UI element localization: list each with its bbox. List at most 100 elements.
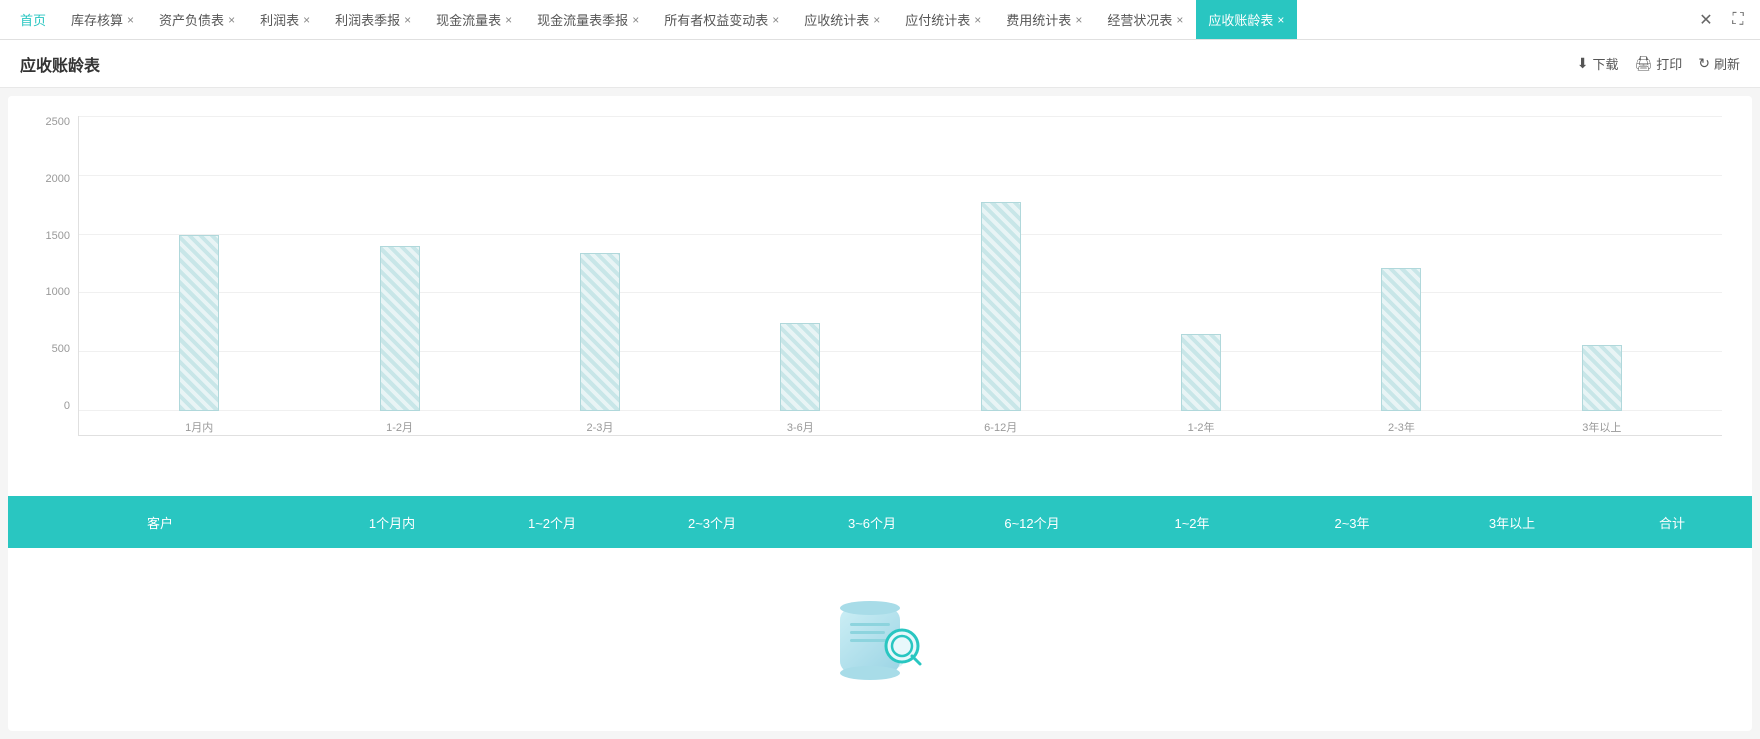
tab-label-income: 利润表 bbox=[260, 10, 299, 29]
bar-2-3月 bbox=[580, 253, 620, 411]
x-axis-label: 2-3月 bbox=[580, 419, 620, 435]
th-3-6month: 3~6个月 bbox=[792, 513, 952, 532]
y-axis-label: 1500 bbox=[46, 230, 70, 242]
th-6-12month: 6~12个月 bbox=[952, 513, 1112, 532]
th-1-2year: 1~2年 bbox=[1112, 513, 1272, 532]
download-button[interactable]: ⬇ 下载 bbox=[1577, 54, 1619, 73]
tab-income[interactable]: 利润表 × bbox=[248, 0, 323, 40]
tab-home-label: 首页 bbox=[20, 10, 46, 29]
tab-label-inventory: 库存核算 bbox=[71, 10, 123, 29]
tab-home[interactable]: 首页 bbox=[8, 0, 59, 40]
bar-1-2月 bbox=[380, 246, 420, 411]
chart-container: 25002000150010005000 1月内1-2月2-3月3-6月6-12… bbox=[38, 116, 1722, 436]
bar-6-12月 bbox=[981, 202, 1021, 411]
tab-label-equity: 所有者权益变动表 bbox=[664, 10, 768, 29]
x-axis-labels: 1月内1-2月2-3月3-6月6-12月1-2年2-3年3年以上 bbox=[79, 419, 1722, 435]
window-maximize-button[interactable]: ⛶ bbox=[1724, 6, 1752, 34]
bar-3-6月 bbox=[780, 323, 820, 411]
print-button[interactable]: 🖨 打印 bbox=[1634, 54, 1682, 73]
y-axis-label: 1000 bbox=[46, 286, 70, 298]
refresh-button[interactable]: ↻ 刷新 bbox=[1698, 54, 1740, 73]
th-total: 合计 bbox=[1592, 513, 1752, 532]
bar-group bbox=[1582, 345, 1622, 411]
tab-label-balance-sheet: 资产负债表 bbox=[159, 10, 224, 29]
page-title: 应收账龄表 bbox=[20, 52, 100, 76]
tab-cashflow[interactable]: 现金流量表 × bbox=[424, 0, 525, 40]
tab-close-income-quarterly[interactable]: × bbox=[404, 13, 411, 27]
tab-label-ar-stats: 应收统计表 bbox=[804, 10, 869, 29]
tab-ar-stats[interactable]: 应收统计表 × bbox=[792, 0, 893, 40]
bar-group bbox=[1181, 334, 1221, 411]
th-3year-plus: 3年以上 bbox=[1432, 513, 1592, 532]
table-header: 客户1个月内1~2个月2~3个月3~6个月6~12个月1~2年2~3年3年以上合… bbox=[8, 496, 1752, 548]
th-1month: 1个月内 bbox=[312, 513, 472, 532]
bar-1-2年 bbox=[1181, 334, 1221, 411]
tab-label-expense-stats: 费用统计表 bbox=[1006, 10, 1071, 29]
download-label: 下载 bbox=[1592, 54, 1618, 73]
refresh-label: 刷新 bbox=[1714, 54, 1740, 73]
tab-income-quarterly[interactable]: 利润表季报× bbox=[323, 0, 424, 40]
tab-balance-sheet[interactable]: 资产负债表 × bbox=[147, 0, 248, 40]
x-axis-label: 3年以上 bbox=[1582, 419, 1622, 435]
print-label: 打印 bbox=[1656, 54, 1682, 73]
empty-state bbox=[8, 548, 1752, 731]
bar-group bbox=[780, 323, 820, 411]
download-icon: ⬇ bbox=[1577, 55, 1589, 72]
x-axis-label: 2-3年 bbox=[1381, 419, 1421, 435]
bar-group bbox=[380, 246, 420, 411]
th-1-2month: 1~2个月 bbox=[472, 513, 632, 532]
tab-equity[interactable]: 所有者权益变动表 × bbox=[652, 0, 792, 40]
tab-close-ar-stats[interactable]: × bbox=[873, 13, 880, 27]
tab-cashflow-quarterly[interactable]: 现金流量表季报 × bbox=[525, 0, 652, 40]
th-customer: 客户 bbox=[8, 513, 312, 532]
header-actions: ⬇ 下载 🖨 打印 ↻ 刷新 bbox=[1577, 54, 1740, 73]
th-2-3year: 2~3年 bbox=[1272, 513, 1432, 532]
x-axis-label: 1月内 bbox=[179, 419, 219, 435]
tab-bar-actions: ✕ ⛶ bbox=[1692, 6, 1752, 34]
tab-close-expense-stats[interactable]: × bbox=[1075, 13, 1082, 27]
tab-inventory[interactable]: 库存核算 × bbox=[59, 0, 147, 40]
refresh-icon: ↻ bbox=[1698, 55, 1710, 72]
print-icon: 🖨 bbox=[1634, 55, 1652, 72]
tab-bar: 首页 库存核算×资产负债表×利润表×利润表季报×现金流量表×现金流量表季报×所有… bbox=[0, 0, 1760, 40]
tab-close-ap-stats[interactable]: × bbox=[974, 13, 981, 27]
tab-label-ar-aging: 应收账龄表 bbox=[1208, 10, 1273, 29]
x-axis-label: 1-2年 bbox=[1181, 419, 1221, 435]
tab-label-ap-stats: 应付统计表 bbox=[905, 10, 970, 29]
y-axis-label: 0 bbox=[64, 400, 70, 412]
empty-illustration bbox=[820, 588, 940, 691]
tab-close-cashflow[interactable]: × bbox=[505, 13, 512, 27]
tab-close-income[interactable]: × bbox=[303, 13, 310, 27]
bar-1月内 bbox=[179, 235, 219, 411]
tab-close-ar-aging[interactable]: × bbox=[1277, 13, 1284, 27]
x-axis-label: 1-2月 bbox=[380, 419, 420, 435]
tab-label-cashflow-quarterly: 现金流量表季报 bbox=[537, 10, 628, 29]
tab-close-equity[interactable]: × bbox=[772, 13, 779, 27]
window-close-button[interactable]: ✕ bbox=[1692, 6, 1720, 34]
bars-area bbox=[79, 116, 1722, 411]
bar-group bbox=[179, 235, 219, 411]
tab-label-operations: 经营状况表 bbox=[1107, 10, 1172, 29]
chart-area: 25002000150010005000 1月内1-2月2-3月3-6月6-12… bbox=[8, 96, 1752, 496]
tab-close-cashflow-quarterly[interactable]: × bbox=[632, 13, 639, 27]
y-axis: 2500 2000 1500 1000 500 0 bbox=[38, 116, 78, 436]
tab-label-cashflow: 现金流量表 bbox=[436, 10, 501, 29]
tab-ar-aging[interactable]: 应收账龄表 × bbox=[1196, 0, 1297, 40]
bar-2-3年 bbox=[1381, 268, 1421, 411]
tab-ap-stats[interactable]: 应付统计表 × bbox=[893, 0, 994, 40]
bar-3年以上 bbox=[1582, 345, 1622, 411]
tab-close-operations[interactable]: × bbox=[1176, 13, 1183, 27]
x-axis-label: 6-12月 bbox=[981, 419, 1021, 435]
tab-close-inventory[interactable]: × bbox=[127, 13, 134, 27]
page-header: 应收账龄表 ⬇ 下载 🖨 打印 ↻ 刷新 bbox=[0, 40, 1760, 88]
tab-close-balance-sheet[interactable]: × bbox=[228, 13, 235, 27]
y-axis-label: 2500 bbox=[46, 116, 70, 128]
th-2-3month: 2~3个月 bbox=[632, 513, 792, 532]
tab-operations[interactable]: 经营状况表 × bbox=[1095, 0, 1196, 40]
tab-expense-stats[interactable]: 费用统计表 × bbox=[994, 0, 1095, 40]
bar-group bbox=[1381, 268, 1421, 411]
y-axis-label: 500 bbox=[52, 343, 70, 355]
main-content: 25002000150010005000 1月内1-2月2-3月3-6月6-12… bbox=[8, 96, 1752, 731]
chart-plot: 1月内1-2月2-3月3-6月6-12月1-2年2-3年3年以上 bbox=[78, 116, 1722, 436]
y-axis-label: 2000 bbox=[46, 173, 70, 185]
